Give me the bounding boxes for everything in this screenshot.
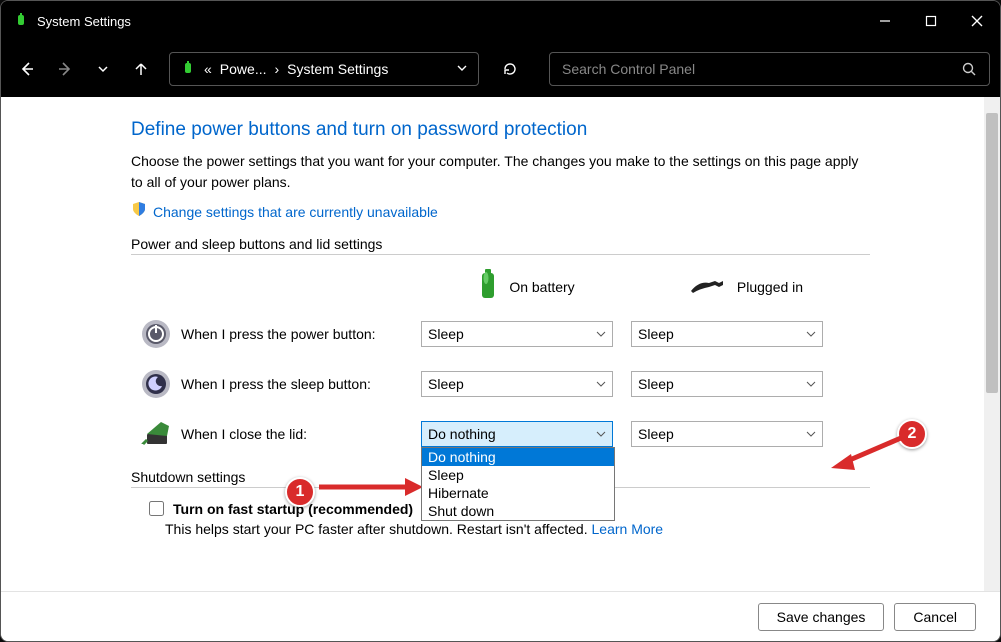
crumb-sep: › xyxy=(275,61,280,77)
power-battery-combo[interactable]: Sleep xyxy=(421,321,613,347)
dropdown-option[interactable]: Sleep xyxy=(422,466,614,484)
search-icon xyxy=(961,61,977,77)
address-bar[interactable]: « Powe... › System Settings xyxy=(169,52,479,86)
forward-button[interactable] xyxy=(49,53,81,85)
lid-row: When I close the lid: Do nothing Do noth… xyxy=(131,409,870,459)
back-button[interactable] xyxy=(11,53,43,85)
close-button[interactable] xyxy=(954,1,1000,41)
annotation-marker-2: 2 xyxy=(897,419,927,449)
search-input[interactable]: Search Control Panel xyxy=(549,52,990,86)
chevron-down-icon xyxy=(596,376,606,392)
maximize-button[interactable] xyxy=(908,1,954,41)
app-icon xyxy=(13,12,29,31)
crumb-parent[interactable]: Powe... xyxy=(220,61,267,77)
dropdown-option[interactable]: Hibernate xyxy=(422,484,614,502)
chevron-down-icon xyxy=(806,426,816,442)
chevron-down-icon xyxy=(806,376,816,392)
sleep-icon xyxy=(131,368,181,400)
sleep-plugged-combo[interactable]: Sleep xyxy=(631,371,823,397)
save-changes-button[interactable]: Save changes xyxy=(758,603,885,631)
lid-battery-combo[interactable]: Do nothing Do nothing Sleep Hibernate Sh… xyxy=(421,421,613,447)
content-area: Define power buttons and turn on passwor… xyxy=(1,97,1000,641)
sleep-button-row: When I press the sleep button: Sleep Sle… xyxy=(131,359,870,409)
lid-plugged-combo[interactable]: Sleep xyxy=(631,421,823,447)
sleep-battery-combo[interactable]: Sleep xyxy=(421,371,613,397)
vertical-scrollbar[interactable] xyxy=(984,97,1000,591)
shield-icon xyxy=(131,201,147,222)
search-placeholder: Search Control Panel xyxy=(562,61,961,77)
col-battery-label: On battery xyxy=(509,279,574,295)
lid-icon xyxy=(131,420,181,448)
window-title: System Settings xyxy=(37,14,131,29)
annotation-marker-1: 1 xyxy=(285,477,315,507)
power-button-row: When I press the power button: Sleep Sle… xyxy=(131,309,870,359)
lid-battery-dropdown: Do nothing Sleep Hibernate Shut down xyxy=(421,447,615,521)
change-admin-settings-link[interactable]: Change settings that are currently unava… xyxy=(153,204,438,220)
chevron-down-icon xyxy=(596,426,606,442)
chevron-down-icon xyxy=(806,326,816,342)
address-dropdown-icon[interactable] xyxy=(456,61,468,77)
page-heading: Define power buttons and turn on passwor… xyxy=(131,119,870,141)
lid-label: When I close the lid: xyxy=(181,426,421,442)
refresh-button[interactable] xyxy=(485,53,535,85)
recent-dropdown[interactable] xyxy=(87,53,119,85)
power-button-label: When I press the power button: xyxy=(181,326,421,342)
cancel-button[interactable]: Cancel xyxy=(894,603,976,631)
footer-bar: Save changes Cancel xyxy=(1,591,1000,641)
up-button[interactable] xyxy=(125,53,157,85)
crumb-prefix: « xyxy=(204,61,212,77)
section-power-heading: Power and sleep buttons and lid settings xyxy=(131,236,870,255)
address-icon xyxy=(180,60,196,79)
learn-more-link[interactable]: Learn More xyxy=(592,521,664,537)
scrollbar-thumb[interactable] xyxy=(986,113,998,393)
fast-startup-hint: This helps start your PC faster after sh… xyxy=(165,521,592,537)
plug-icon xyxy=(689,275,727,300)
title-bar: System Settings xyxy=(1,1,1000,41)
col-plugged-label: Plugged in xyxy=(737,279,803,295)
sleep-button-label: When I press the sleep button: xyxy=(181,376,421,392)
dropdown-option[interactable]: Shut down xyxy=(422,502,614,520)
nav-toolbar: « Powe... › System Settings Search Contr… xyxy=(1,41,1000,97)
power-plugged-combo[interactable]: Sleep xyxy=(631,321,823,347)
chevron-down-icon xyxy=(596,326,606,342)
fast-startup-checkbox[interactable] xyxy=(149,501,164,516)
page-description: Choose the power settings that you want … xyxy=(131,151,870,193)
dropdown-option[interactable]: Do nothing xyxy=(422,448,614,466)
battery-icon xyxy=(477,268,499,307)
power-icon xyxy=(131,318,181,350)
minimize-button[interactable] xyxy=(862,1,908,41)
crumb-current[interactable]: System Settings xyxy=(287,61,388,77)
